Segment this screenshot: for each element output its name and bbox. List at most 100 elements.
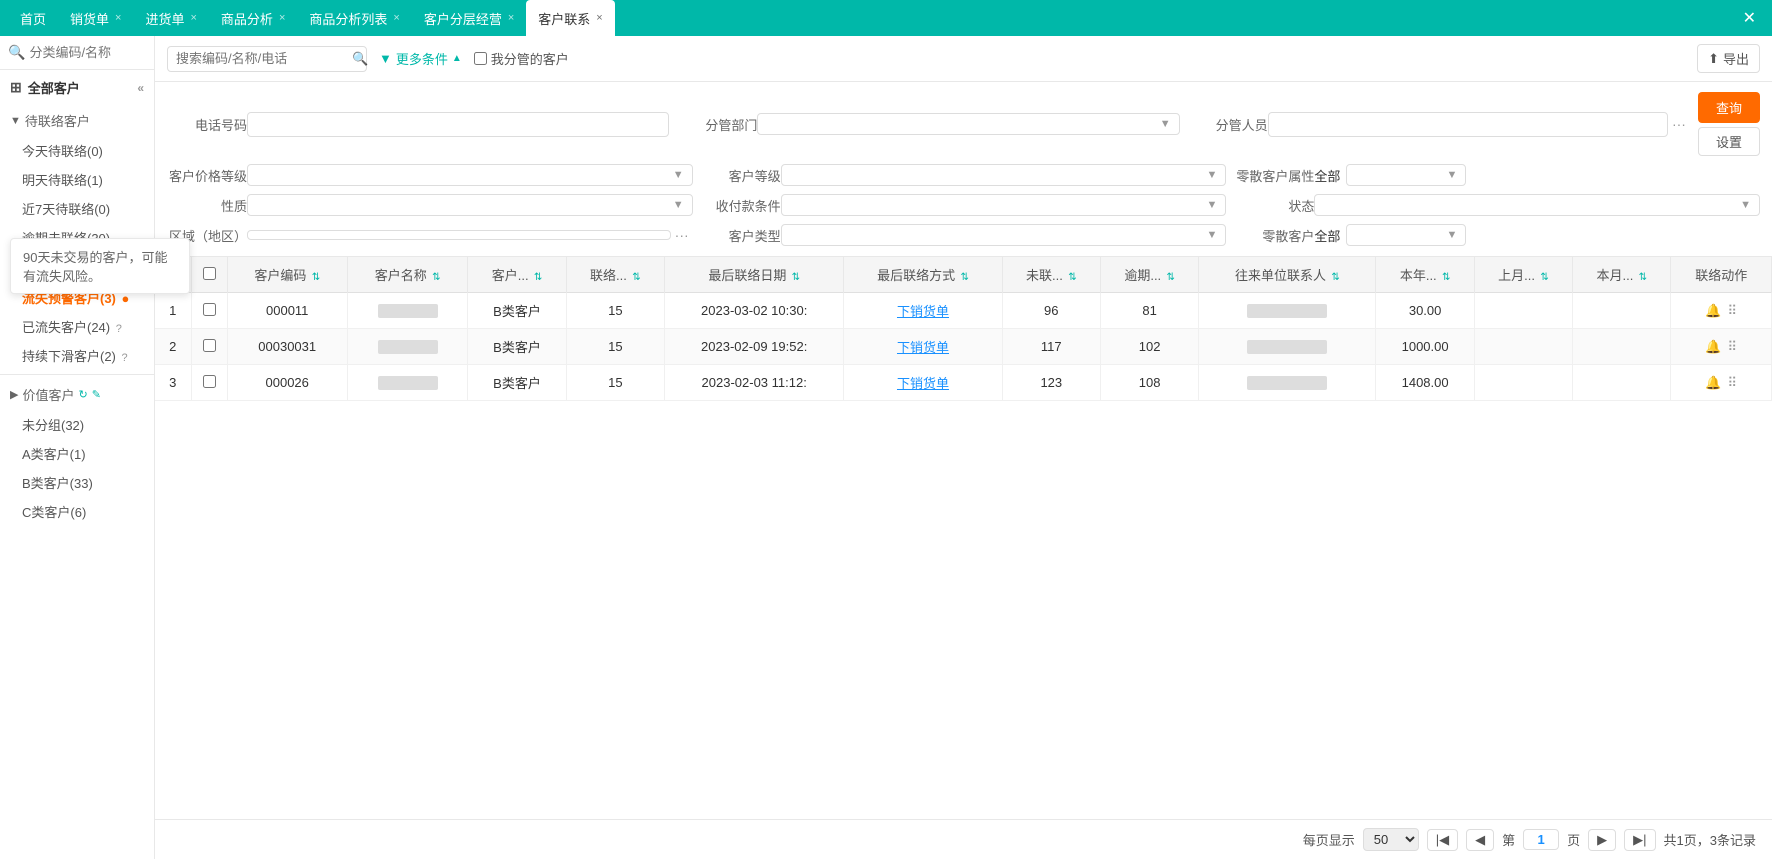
nature-select[interactable]: ▼	[247, 194, 693, 216]
tab-sales-order[interactable]: 销货单 ×	[58, 0, 133, 36]
th-checkbox[interactable]	[191, 257, 227, 293]
first-page-btn[interactable]: |◀	[1427, 829, 1458, 851]
tab-purchase-order[interactable]: 进货单 ×	[133, 0, 208, 36]
row-checkbox[interactable]	[203, 303, 216, 316]
more-action-icon[interactable]: ⠿	[1728, 339, 1738, 355]
contact-method-link[interactable]: 下销货单	[897, 376, 949, 391]
customer-type-label: 客户类型	[701, 226, 781, 245]
contact-icon[interactable]: 🔔	[1705, 303, 1721, 319]
close-icon[interactable]: ×	[190, 12, 196, 24]
sidebar-group-value[interactable]: ▶ 价值客户 ↻ ✎	[0, 379, 154, 410]
th-type[interactable]: 客户... ⇅	[468, 257, 566, 293]
td-checkbox[interactable]	[191, 293, 227, 329]
th-code[interactable]: 客户编码 ⇅	[227, 257, 347, 293]
sidebar-group-pending[interactable]: ▼ 待联络客户	[0, 105, 154, 136]
dept-select[interactable]: ▼	[757, 113, 1179, 135]
th-last-contact-date[interactable]: 最后联络日期 ⇅	[665, 257, 844, 293]
phone-input[interactable]	[247, 112, 669, 137]
th-contact-person[interactable]: 往来单位联系人 ⇅	[1199, 257, 1376, 293]
sidebar-search-input[interactable]	[29, 45, 155, 60]
sidebar-item-a-class[interactable]: A类客户(1)	[0, 439, 154, 468]
export-btn[interactable]: ⬆ 导出	[1697, 44, 1760, 73]
th-this-month[interactable]: 本月... ⇅	[1573, 257, 1671, 293]
tab-home[interactable]: 首页	[8, 0, 58, 36]
td-checkbox[interactable]	[191, 329, 227, 365]
tooltip-box: 90天未交易的客户，可能有流失风险。	[10, 238, 155, 294]
status-select[interactable]: ▼	[1314, 194, 1760, 216]
contact-icon[interactable]: 🔔	[1705, 375, 1721, 391]
page-size-select[interactable]: 50 100 200	[1363, 828, 1419, 851]
td-checkbox[interactable]	[191, 365, 227, 401]
td-last-contact-method[interactable]: 下销货单	[844, 365, 1002, 401]
filter-search-icon[interactable]: 🔍	[352, 51, 368, 67]
next-page-btn[interactable]: ▶	[1588, 829, 1616, 851]
contact-icon[interactable]: 🔔	[1705, 339, 1721, 355]
sidebar-item-declining[interactable]: 持续下滑客户(2) ?	[0, 341, 154, 370]
td-action: 🔔 ⠿	[1671, 329, 1772, 365]
contact-method-link[interactable]: 下销货单	[897, 304, 949, 319]
window-close-button[interactable]: ✕	[1735, 8, 1764, 28]
more-conditions-btn[interactable]: ▼ 更多条件 ▲	[379, 49, 462, 68]
query-button[interactable]: 查询	[1698, 92, 1760, 123]
page-input[interactable]	[1523, 829, 1559, 850]
region-select[interactable]	[247, 230, 671, 240]
phone-label: 电话号码	[167, 115, 247, 134]
filter-field-price-level: 客户价格等级 ▼	[167, 164, 693, 186]
filter-icon: ▼	[379, 51, 392, 66]
sidebar-item-b-class[interactable]: B类客户(33)	[0, 468, 154, 497]
more-action-icon[interactable]: ⠿	[1728, 303, 1738, 319]
th-contacts[interactable]: 联络... ⇅	[566, 257, 664, 293]
prev-page-btn[interactable]: ◀	[1466, 829, 1494, 851]
my-customers-check[interactable]	[474, 52, 487, 65]
tab-product-analysis[interactable]: 商品分析 ×	[209, 0, 297, 36]
th-name[interactable]: 客户名称 ⇅	[347, 257, 467, 293]
sidebar-item-ungrouped[interactable]: 未分组(32)	[0, 410, 154, 439]
filter-search-input[interactable]	[176, 51, 352, 66]
close-icon[interactable]: ×	[393, 12, 399, 24]
tab-customer-layer[interactable]: 客户分层经营 ×	[412, 0, 526, 36]
more-action-icon[interactable]: ⠿	[1728, 375, 1738, 391]
close-icon[interactable]: ×	[508, 12, 514, 24]
tab-customer-contact[interactable]: 客户联系 ×	[526, 0, 614, 36]
sidebar-item-c-class[interactable]: C类客户(6)	[0, 497, 154, 526]
sidebar-item-tomorrow-pending[interactable]: 明天待联络(1)	[0, 165, 154, 194]
contact-method-link[interactable]: 下销货单	[897, 340, 949, 355]
price-level-select[interactable]: ▼	[247, 164, 693, 186]
row-checkbox[interactable]	[203, 339, 216, 352]
bottom-bar: 每页显示 50 100 200 |◀ ◀ 第 页 ▶ ▶| 共1页，3条记录	[155, 819, 1772, 859]
th-overdue[interactable]: 逾期... ⇅	[1100, 257, 1198, 293]
retail-attr-select[interactable]: ▼	[1346, 164, 1466, 186]
th-this-year[interactable]: 本年... ⇅	[1376, 257, 1474, 293]
retail-select[interactable]: ▼	[1346, 224, 1466, 246]
sidebar-item-today-pending[interactable]: 今天待联络(0)	[0, 136, 154, 165]
refresh-icon[interactable]: ↻	[78, 388, 87, 401]
th-last-contact-method[interactable]: 最后联络方式 ⇅	[844, 257, 1002, 293]
td-code: 00030031	[227, 329, 347, 365]
customer-type-select[interactable]: ▼	[781, 224, 1227, 246]
th-last-month[interactable]: 上月... ⇅	[1474, 257, 1572, 293]
sidebar-item-churned[interactable]: 已流失客户(24) ?	[0, 312, 154, 341]
last-page-btn[interactable]: ▶|	[1624, 829, 1655, 851]
select-all-checkbox[interactable]	[203, 267, 216, 280]
price-level-label: 客户价格等级	[167, 166, 247, 185]
td-last-contact-method[interactable]: 下销货单	[844, 293, 1002, 329]
tab-product-analysis-list[interactable]: 商品分析列表 ×	[297, 0, 411, 36]
th-unlink-days[interactable]: 未联... ⇅	[1002, 257, 1100, 293]
td-contact-person	[1199, 365, 1376, 401]
sidebar-item-7days-pending[interactable]: 近7天待联络(0)	[0, 194, 154, 223]
payment-select[interactable]: ▼	[781, 194, 1227, 216]
close-icon[interactable]: ×	[596, 12, 602, 24]
customer-level-select[interactable]: ▼	[781, 164, 1227, 186]
sidebar-all-customers[interactable]: ⊞ 全部客户 «	[0, 70, 154, 105]
td-last-contact-method[interactable]: 下销货单	[844, 329, 1002, 365]
my-customers-checkbox[interactable]: 我分管的客户	[474, 49, 569, 68]
more-icon[interactable]: ···	[671, 227, 693, 243]
manager-input[interactable]	[1268, 112, 1668, 137]
more-icon[interactable]: ···	[1668, 116, 1690, 132]
close-icon[interactable]: ×	[115, 12, 121, 24]
row-checkbox[interactable]	[203, 375, 216, 388]
settings-button[interactable]: 设置	[1698, 127, 1760, 156]
close-icon[interactable]: ×	[279, 12, 285, 24]
data-table: ⚙ 客户编码 ⇅ 客户名称 ⇅	[155, 257, 1772, 401]
edit-icon[interactable]: ✎	[92, 388, 101, 401]
